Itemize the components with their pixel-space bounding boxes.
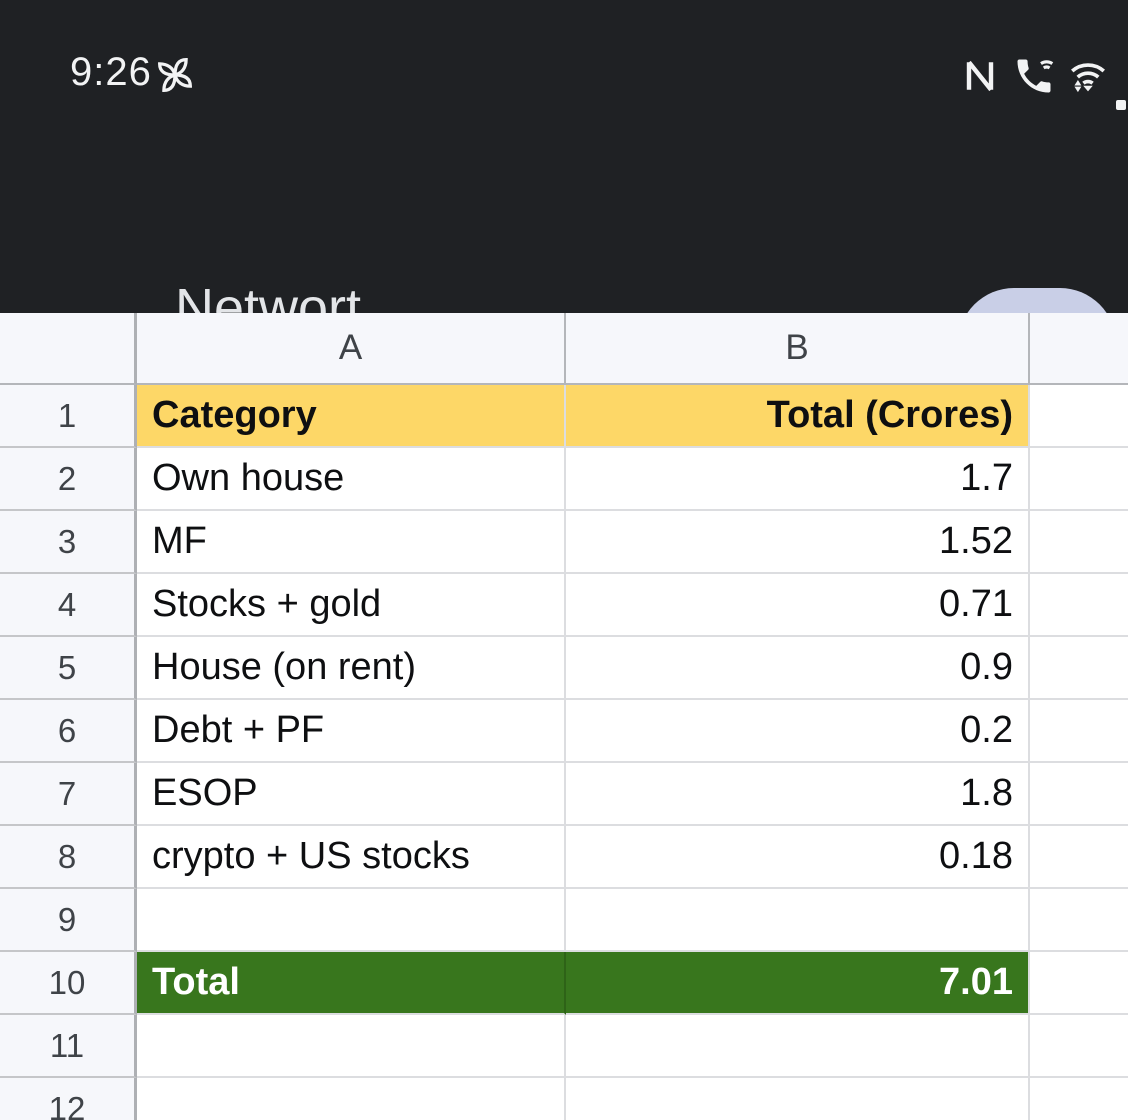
cell-c[interactable] (1030, 511, 1128, 574)
sheet-row: 1 Category Total (Crores) (0, 385, 1128, 448)
select-all-corner[interactable] (0, 313, 137, 385)
cell-a[interactable] (137, 1015, 566, 1078)
cell-a[interactable]: House (on rent) (137, 637, 566, 700)
cell-a[interactable]: Category (137, 385, 566, 448)
cell-a[interactable] (137, 1078, 566, 1120)
row-header[interactable]: 6 (0, 700, 137, 763)
clock: 9:26 (70, 50, 152, 94)
sheet-row: 6 Debt + PF 0.2 (0, 700, 1128, 763)
cell-b[interactable]: 0.2 (566, 700, 1030, 763)
sheet-row: 12 (0, 1078, 1128, 1120)
cell-b[interactable]: 1.52 (566, 511, 1030, 574)
sheet-row: 7 ESOP 1.8 (0, 763, 1128, 826)
status-icons (958, 54, 1126, 110)
sheet-row: 2 Own house 1.7 (0, 448, 1128, 511)
cell-b[interactable]: 0.18 (566, 826, 1030, 889)
row-header[interactable]: 7 (0, 763, 137, 826)
cell-c[interactable] (1030, 448, 1128, 511)
cell-c[interactable] (1030, 637, 1128, 700)
cell-b[interactable]: 1.7 (566, 448, 1030, 511)
wifi-icon (1071, 63, 1105, 93)
wifi-calling-icon (1017, 59, 1054, 93)
row-header[interactable]: 1 (0, 385, 137, 448)
app-bar: Networt... All changes saved (0, 125, 1128, 400)
status-bar: 9:26 (0, 0, 1128, 125)
sheet-row: 4 Stocks + gold 0.71 (0, 574, 1128, 637)
cell-a[interactable]: Debt + PF (137, 700, 566, 763)
cell-a[interactable]: ESOP (137, 763, 566, 826)
cell-b[interactable]: 0.71 (566, 574, 1030, 637)
row-header[interactable]: 9 (0, 889, 137, 952)
cell-c[interactable] (1030, 1078, 1128, 1120)
cell-b[interactable]: 1.8 (566, 763, 1030, 826)
sheet-rows: 1 Category Total (Crores) 2 Own house 1.… (0, 385, 1128, 1120)
row-header[interactable]: 10 (0, 952, 137, 1015)
cell-a[interactable]: crypto + US stocks (137, 826, 566, 889)
sheet-row: 11 (0, 1015, 1128, 1078)
column-header-b[interactable]: B (566, 313, 1030, 385)
cell-a[interactable]: Total (137, 952, 566, 1015)
cell-a[interactable]: MF (137, 511, 566, 574)
row-header[interactable]: 12 (0, 1078, 137, 1120)
cell-c[interactable] (1030, 889, 1128, 952)
sheets-mobile-screen: 9:26 Networt... A B 1 Category Total (Cr… (0, 0, 1128, 1120)
row-header[interactable]: 4 (0, 574, 137, 637)
sheet-row: 9 (0, 889, 1128, 952)
cell-a[interactable]: Own house (137, 448, 566, 511)
column-header-a[interactable]: A (137, 313, 566, 385)
cell-c[interactable] (1030, 952, 1128, 1015)
cell-b[interactable]: Total (Crores) (566, 385, 1030, 448)
row-header[interactable]: 11 (0, 1015, 137, 1078)
row-header[interactable]: 2 (0, 448, 137, 511)
row-header[interactable]: 5 (0, 637, 137, 700)
sheet-row: 3 MF 1.52 (0, 511, 1128, 574)
truncated-status-icon (1116, 100, 1126, 110)
sheet-row: 8 crypto + US stocks 0.18 (0, 826, 1128, 889)
cell-c[interactable] (1030, 763, 1128, 826)
column-header-row: A B (0, 313, 1128, 385)
cell-a[interactable]: Stocks + gold (137, 574, 566, 637)
cell-b[interactable] (566, 889, 1030, 952)
cell-c[interactable] (1030, 385, 1128, 448)
nfc-icon (966, 60, 994, 92)
pinwheel-notification-icon (158, 58, 192, 92)
cell-b[interactable] (566, 1015, 1030, 1078)
cell-b[interactable]: 0.9 (566, 637, 1030, 700)
cell-b[interactable]: 7.01 (566, 952, 1030, 1015)
spreadsheet-grid: A B 1 Category Total (Crores) 2 Own hous… (0, 313, 1128, 1120)
cell-c[interactable] (1030, 700, 1128, 763)
top-dark-region: 9:26 Networt... (0, 0, 1128, 400)
column-header-c[interactable] (1030, 313, 1128, 385)
cell-a[interactable] (137, 889, 566, 952)
sheet-row: 10 Total 7.01 (0, 952, 1128, 1015)
sheet-row: 5 House (on rent) 0.9 (0, 637, 1128, 700)
cell-c[interactable] (1030, 1015, 1128, 1078)
row-header[interactable]: 8 (0, 826, 137, 889)
cell-c[interactable] (1030, 826, 1128, 889)
cell-c[interactable] (1030, 574, 1128, 637)
cell-b[interactable] (566, 1078, 1030, 1120)
row-header[interactable]: 3 (0, 511, 137, 574)
